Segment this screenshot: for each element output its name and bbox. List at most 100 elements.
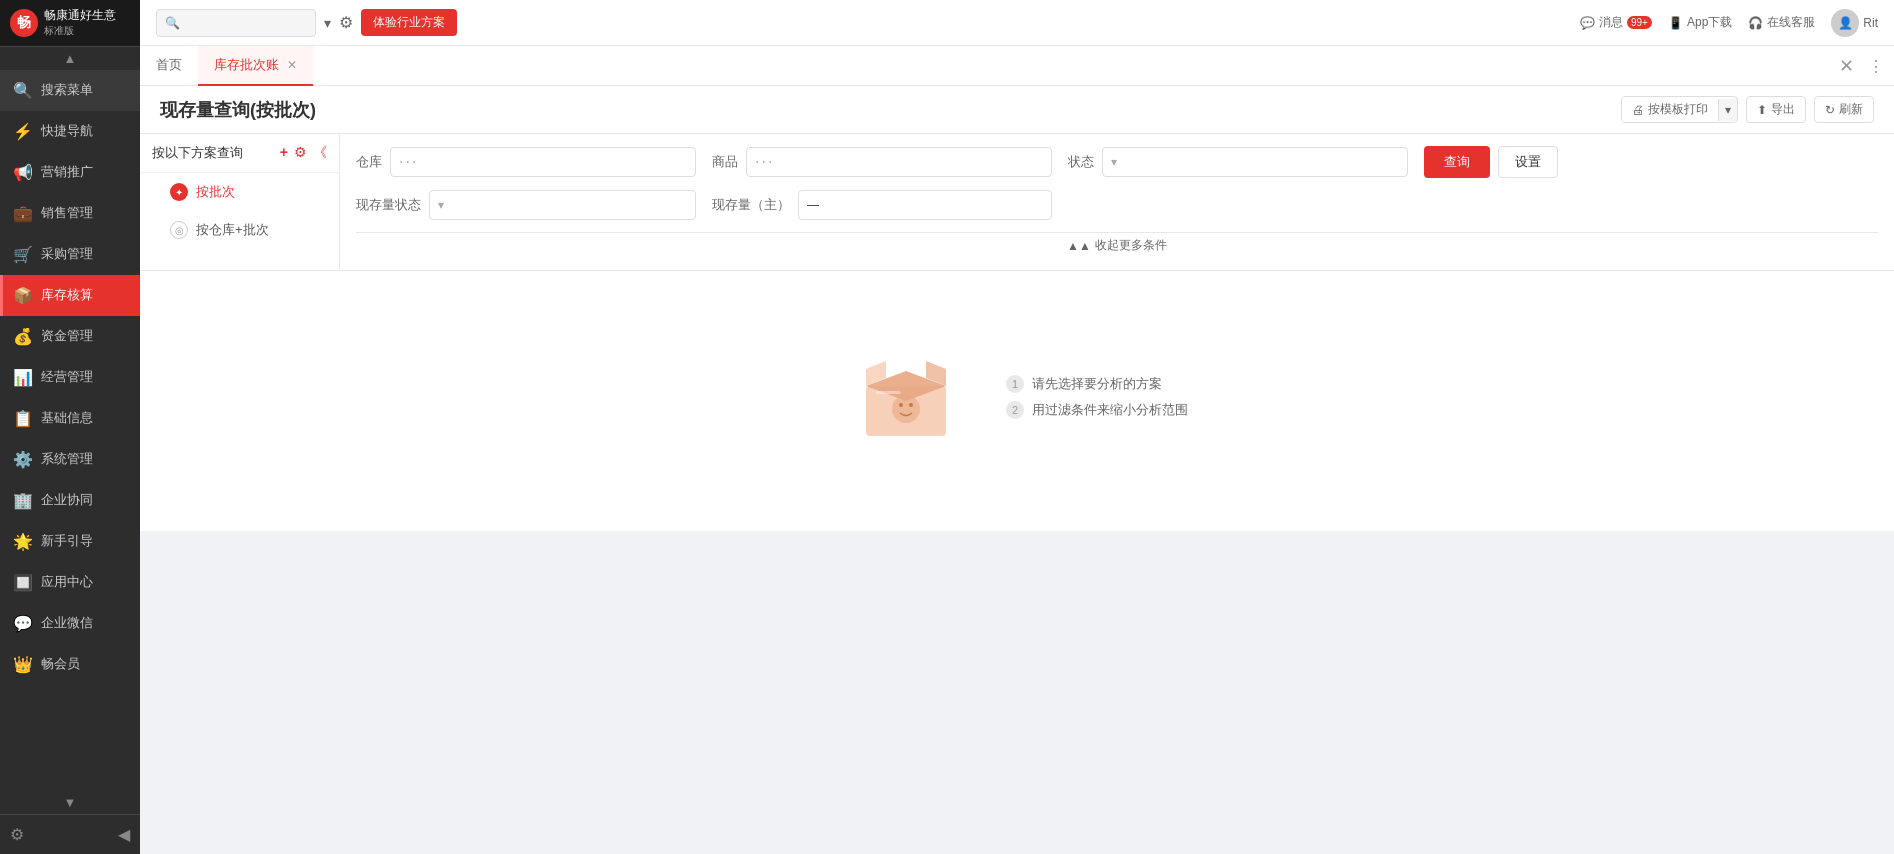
sidebar-item-marketing[interactable]: 📢 营销推广 [0, 152, 140, 193]
sidebar-item-newbie[interactable]: 🌟 新手引导 [0, 521, 140, 562]
status-input[interactable]: ▾ [1102, 147, 1408, 177]
status-field: 状态 ▾ [1068, 147, 1408, 177]
marketing-icon: 📢 [13, 163, 33, 182]
app-download-btn[interactable]: 📱 App下载 [1668, 14, 1732, 31]
filter-option-batch[interactable]: ✦ 按批次 [140, 173, 339, 211]
filter-sidebar: 按以下方案查询 + ⚙ 《 ✦ 按批次 ◎ 按仓库+批次 [140, 134, 340, 270]
batch-scheme-label: 按批次 [196, 183, 235, 201]
enterprise-icon: 🏢 [13, 491, 33, 510]
sidebar-item-system[interactable]: ⚙️ 系统管理 [0, 439, 140, 480]
collapse-up-icon: ▲▲ [1067, 239, 1091, 253]
sidebar-item-apps[interactable]: 🔲 应用中心 [0, 562, 140, 603]
tab-inventory-batch-label: 库存批次账 [214, 56, 279, 74]
batch-scheme-icon: ✦ [170, 183, 188, 201]
member-label: 畅会员 [41, 655, 80, 673]
sidebar-item-enterprise[interactable]: 🏢 企业协同 [0, 480, 140, 521]
svg-point-5 [892, 395, 920, 423]
filter-actions: 查询 设置 [1424, 146, 1558, 178]
basics-label: 基础信息 [41, 409, 93, 427]
sidebar-scroll-down[interactable]: ▼ [0, 791, 140, 814]
settings-btn[interactable]: 设置 [1498, 146, 1558, 178]
quantity-input[interactable]: — [798, 190, 1052, 220]
purchase-icon: 🛒 [13, 245, 33, 264]
sidebar-footer: ⚙ ◀ [0, 814, 140, 854]
export-btn[interactable]: ⬆ 导出 [1746, 96, 1806, 123]
main-area: 🔍 ▾ ⚙ 体验行业方案 💬 消息 99+ 📱 App下载 🎧 在线客服 [140, 0, 1894, 854]
refresh-label: 刷新 [1839, 101, 1863, 118]
export-icon: ⬆ [1757, 103, 1767, 117]
message-icon: 💬 [1580, 16, 1595, 30]
add-scheme-icon[interactable]: + [280, 144, 288, 162]
marketing-label: 营销推广 [41, 163, 93, 181]
print-dropdown-icon[interactable]: ▾ [1718, 99, 1737, 121]
sales-label: 销售管理 [41, 204, 93, 222]
message-btn[interactable]: 💬 消息 99+ [1580, 14, 1652, 31]
sidebar-item-wechat[interactable]: 💬 企业微信 [0, 603, 140, 644]
print-btn-group: 🖨 按模板打印 ▾ [1621, 96, 1738, 123]
newbie-icon: 🌟 [13, 532, 33, 551]
sidebar-item-quick-nav[interactable]: ⚡ 快捷导航 [0, 111, 140, 152]
collapse-sidebar-icon[interactable]: ◀ [118, 825, 130, 844]
sidebar-item-finance[interactable]: 💰 资金管理 [0, 316, 140, 357]
refresh-icon: ↻ [1825, 103, 1835, 117]
sidebar-item-basics[interactable]: 📋 基础信息 [0, 398, 140, 439]
tabbar-more-icon[interactable]: ⋮ [1868, 56, 1884, 75]
print-label: 按模板打印 [1648, 101, 1708, 118]
svg-point-6 [899, 403, 903, 407]
status-label: 状态 [1068, 153, 1094, 171]
topbar-dropdown-icon[interactable]: ▾ [324, 15, 331, 31]
sidebar-item-member[interactable]: 👑 畅会员 [0, 644, 140, 685]
print-btn[interactable]: 🖨 按模板打印 [1622, 97, 1718, 122]
product-dots: ··· [755, 153, 774, 171]
product-input[interactable]: ··· [746, 147, 1052, 177]
tab-inventory-batch[interactable]: 库存批次账 ✕ [198, 46, 313, 86]
service-btn[interactable]: 🎧 在线客服 [1748, 14, 1815, 31]
warehouse-input[interactable]: ··· [390, 147, 696, 177]
tab-home-label: 首页 [156, 56, 182, 74]
warehouse-batch-scheme-label: 按仓库+批次 [196, 221, 269, 239]
scheme-settings-icon[interactable]: ⚙ [294, 144, 307, 162]
tab-close-icon[interactable]: ✕ [287, 58, 297, 72]
search-label: 搜索菜单 [41, 81, 93, 99]
inventory-status-arrow-icon: ▾ [438, 198, 444, 212]
inventory-status-input[interactable]: ▾ [429, 190, 696, 220]
sidebar-header: 畅 畅康通好生意 标准版 [0, 0, 140, 47]
topbar-search-icon: 🔍 [165, 16, 180, 30]
print-icon: 🖨 [1632, 103, 1644, 117]
filter-row-1: 仓库 ··· 商品 ··· 状态 ▾ [356, 146, 1878, 178]
tab-home[interactable]: 首页 [140, 46, 198, 86]
status-arrow-icon: ▾ [1111, 155, 1117, 169]
filter-collapse-icon[interactable]: 《 [313, 144, 327, 162]
refresh-btn[interactable]: ↻ 刷新 [1814, 96, 1874, 123]
app-subtitle: 标准版 [44, 24, 116, 38]
sidebar-item-inventory[interactable]: 📦 库存核算 [0, 275, 140, 316]
collapse-more-toggle[interactable]: ▲▲ 收起更多条件 [356, 233, 1878, 258]
basics-icon: 📋 [13, 409, 33, 428]
user-avatar-area[interactable]: 👤 Rit [1831, 9, 1878, 37]
topbar-gear-icon[interactable]: ⚙ [339, 13, 353, 32]
filter-option-warehouse-batch[interactable]: ◎ 按仓库+批次 [140, 211, 339, 249]
step-2-text: 用过滤条件来缩小分析范围 [1032, 401, 1188, 419]
sidebar-item-sales[interactable]: 💼 销售管理 [0, 193, 140, 234]
experience-btn[interactable]: 体验行业方案 [361, 9, 457, 36]
sidebar-scroll-up[interactable]: ▲ [0, 47, 140, 70]
topbar-search-box[interactable]: 🔍 [156, 9, 316, 37]
wechat-icon: 💬 [13, 614, 33, 633]
settings-icon[interactable]: ⚙ [10, 825, 24, 844]
tabbar-close-icon[interactable]: ✕ [1839, 55, 1854, 77]
user-name: Rit [1863, 16, 1878, 30]
sales-icon: 💼 [13, 204, 33, 223]
sidebar-search[interactable]: 🔍 搜索菜单 [0, 70, 140, 111]
system-label: 系统管理 [41, 450, 93, 468]
purchase-label: 采购管理 [41, 245, 93, 263]
warehouse-label: 仓库 [356, 153, 382, 171]
empty-step-1: 1 请先选择要分析的方案 [1006, 375, 1188, 393]
warehouse-batch-scheme-icon: ◎ [170, 221, 188, 239]
filter-form: 仓库 ··· 商品 ··· 状态 ▾ [340, 134, 1894, 270]
query-btn[interactable]: 查询 [1424, 146, 1490, 178]
sidebar-item-purchase[interactable]: 🛒 采购管理 [0, 234, 140, 275]
warehouse-field: 仓库 ··· [356, 147, 696, 177]
filter-sidebar-title: 按以下方案查询 [152, 144, 243, 162]
finance-label: 资金管理 [41, 327, 93, 345]
sidebar-item-operations[interactable]: 📊 经营管理 [0, 357, 140, 398]
